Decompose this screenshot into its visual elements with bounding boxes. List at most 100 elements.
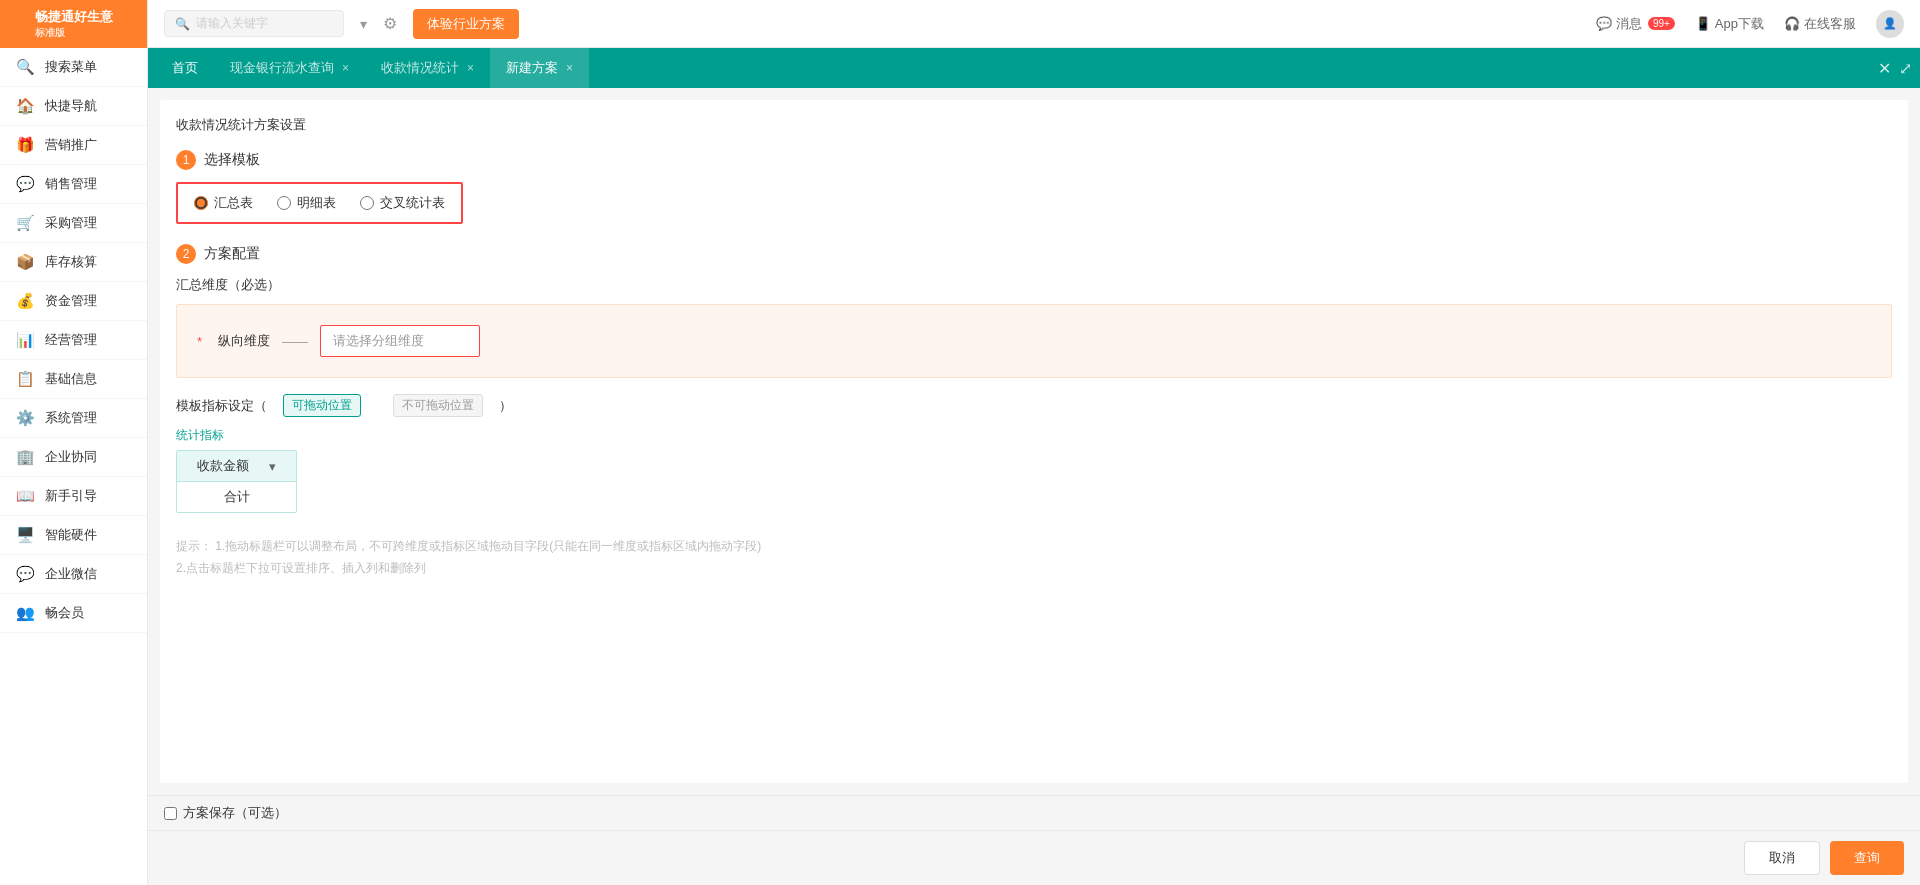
- tab-new-plan-close[interactable]: ×: [566, 61, 573, 75]
- sidebar-item-basic-info[interactable]: 📋 基础信息: [0, 360, 147, 399]
- clipboard-icon: 📋: [16, 370, 35, 388]
- template-options: 汇总表 明细表 交叉统计表: [176, 182, 463, 224]
- sidebar-item-member[interactable]: 👥 畅会员: [0, 594, 147, 633]
- step2-title: 方案配置: [204, 245, 260, 263]
- tab-bank-flow[interactable]: 现金银行流水查询 ×: [214, 48, 365, 88]
- tips-line1: 提示： 1.拖动标题栏可以调整布局，不可跨维度或指标区域拖动目字段(只能在同一维…: [176, 536, 1892, 558]
- metric-dropdown-icon[interactable]: ▾: [269, 459, 276, 474]
- tab-bank-flow-close[interactable]: ×: [342, 61, 349, 75]
- sidebar-item-enterprise[interactable]: 🏢 企业协同: [0, 438, 147, 477]
- monitor-icon: 🖥️: [16, 526, 35, 544]
- sidebar-item-hardware[interactable]: 🖥️ 智能硬件: [0, 516, 147, 555]
- tips-section: 提示： 1.拖动标题栏可以调整布局，不可跨维度或指标区域拖动目字段(只能在同一维…: [176, 536, 1892, 579]
- sidebar-item-system[interactable]: ⚙️ 系统管理: [0, 399, 147, 438]
- app-download-button[interactable]: 📱 App下载: [1695, 15, 1764, 33]
- tab-new-plan[interactable]: 新建方案 ×: [490, 48, 589, 88]
- sidebar-item-purchase[interactable]: 🛒 采购管理: [0, 204, 147, 243]
- tab-receipt-stats-close[interactable]: ×: [467, 61, 474, 75]
- step1-header: 1 选择模板: [176, 150, 1892, 170]
- sidebar-item-search-menu[interactable]: 🔍 搜索菜单: [0, 48, 147, 87]
- sidebar-item-inventory[interactable]: 📦 库存核算: [0, 243, 147, 282]
- template-summary-label: 汇总表: [214, 194, 253, 212]
- tab-bank-flow-label: 现金银行流水查询: [230, 59, 334, 77]
- sidebar-item-guide[interactable]: 📖 新手引导: [0, 477, 147, 516]
- non-draggable-badge: 不可拖动位置: [393, 394, 483, 417]
- search-placeholder: 请输入关键字: [196, 15, 268, 32]
- metric-table-header[interactable]: 收款金额 ▾: [177, 451, 296, 482]
- required-mark: *: [197, 334, 202, 349]
- metric-title-suffix: ）: [499, 397, 512, 415]
- template-detail-label: 明细表: [297, 194, 336, 212]
- app-download-label: App下载: [1715, 15, 1764, 33]
- sidebar-item-wechat[interactable]: 💬 企业微信: [0, 555, 147, 594]
- template-detail-option[interactable]: 明细表: [277, 194, 336, 212]
- template-cross-option[interactable]: 交叉统计表: [360, 194, 445, 212]
- tab-home-label: 首页: [172, 59, 198, 77]
- industry-plan-button[interactable]: 体验行业方案: [413, 9, 519, 39]
- message-icon: 💬: [1596, 16, 1612, 31]
- close-all-icon[interactable]: ✕: [1878, 59, 1891, 78]
- footer-buttons: 取消 查询: [148, 830, 1920, 885]
- sidebar-item-marketing[interactable]: 🎁 营销推广: [0, 126, 147, 165]
- chart-icon: 📊: [16, 331, 35, 349]
- template-summary-option[interactable]: 汇总表: [194, 194, 253, 212]
- save-label: 方案保存（可选）: [183, 804, 287, 822]
- sidebar-item-label: 系统管理: [45, 409, 97, 427]
- online-support-button[interactable]: 🎧 在线客服: [1784, 15, 1856, 33]
- panel-title: 收款情况统计方案设置: [176, 116, 1892, 134]
- vertical-dimension-label: 纵向维度: [218, 332, 270, 350]
- gear-settings-icon[interactable]: ⚙: [383, 14, 397, 33]
- dimension-area: * 纵向维度 —— 请选择分组维度: [176, 304, 1892, 378]
- step2-section: 2 方案配置 汇总维度（必选） * 纵向维度 —— 请选择分组维度: [176, 244, 1892, 579]
- metric-settings: 模板指标设定（ 可拖动位置 不可拖动位置 ） 统计指标 收款金额 ▾: [176, 394, 1892, 516]
- tab-receipt-stats[interactable]: 收款情况统计 ×: [365, 48, 490, 88]
- query-button[interactable]: 查询: [1830, 841, 1904, 875]
- chevron-down-icon[interactable]: ▾: [360, 16, 367, 32]
- sidebar-item-label: 资金管理: [45, 292, 97, 310]
- config-section: 汇总维度（必选） * 纵向维度 —— 请选择分组维度: [176, 276, 1892, 579]
- sidebar: 畅捷通好生意 标准版 🔍 搜索菜单 🏠 快捷导航 🎁 营销推广 💬 销售管理 🛒…: [0, 0, 148, 885]
- metric-setting-label: 模板指标设定（: [176, 397, 267, 415]
- save-checkbox[interactable]: [164, 807, 177, 820]
- template-detail-radio[interactable]: [277, 196, 291, 210]
- template-cross-label: 交叉统计表: [380, 194, 445, 212]
- metric-group-label: 统计指标: [176, 427, 1892, 444]
- dimension-select[interactable]: 请选择分组维度: [320, 325, 480, 357]
- support-icon: 🎧: [1784, 16, 1800, 31]
- sidebar-item-finance[interactable]: 💰 资金管理: [0, 282, 147, 321]
- sidebar-item-label: 快捷导航: [45, 97, 97, 115]
- template-summary-radio[interactable]: [194, 196, 208, 210]
- user-avatar[interactable]: 👤: [1876, 10, 1904, 38]
- sidebar-item-label: 采购管理: [45, 214, 97, 232]
- tab-receipt-stats-label: 收款情况统计: [381, 59, 459, 77]
- step1-section: 1 选择模板 汇总表 明细表 交叉统计表: [176, 150, 1892, 224]
- cancel-button[interactable]: 取消: [1744, 841, 1820, 875]
- sidebar-item-operations[interactable]: 📊 经营管理: [0, 321, 147, 360]
- bottom-bar: 方案保存（可选）: [148, 795, 1920, 830]
- step1-badge: 1: [176, 150, 196, 170]
- gift-icon: 🎁: [16, 136, 35, 154]
- template-cross-radio[interactable]: [360, 196, 374, 210]
- tab-home[interactable]: 首页: [156, 48, 214, 88]
- metric-row-label: 合计: [224, 489, 250, 504]
- sidebar-item-quick-nav[interactable]: 🏠 快捷导航: [0, 87, 147, 126]
- sidebar-item-label: 企业微信: [45, 565, 97, 583]
- save-option[interactable]: 方案保存（可选）: [164, 804, 287, 822]
- gear-icon: ⚙️: [16, 409, 35, 427]
- sidebar-item-sales[interactable]: 💬 销售管理: [0, 165, 147, 204]
- sidebar-item-label: 库存核算: [45, 253, 97, 271]
- sidebar-item-label: 智能硬件: [45, 526, 97, 544]
- content-panel: 收款情况统计方案设置 1 选择模板 汇总表 明细表: [160, 100, 1908, 783]
- chat-icon: 💬: [16, 175, 35, 193]
- step1-title: 选择模板: [204, 151, 260, 169]
- step2-badge: 2: [176, 244, 196, 264]
- box-icon: 📦: [16, 253, 35, 271]
- content-area: 收款情况统计方案设置 1 选择模板 汇总表 明细表: [148, 88, 1920, 885]
- sidebar-item-label: 营销推广: [45, 136, 97, 154]
- dimension-placeholder: 请选择分组维度: [333, 333, 424, 348]
- cart-icon: 🛒: [16, 214, 35, 232]
- messages-button[interactable]: 💬 消息 99+: [1596, 15, 1675, 33]
- maximize-icon[interactable]: ⤢: [1899, 59, 1912, 78]
- dimension-row: * 纵向维度 —— 请选择分组维度: [197, 325, 1871, 357]
- search-box[interactable]: 🔍 请输入关键字: [164, 10, 344, 37]
